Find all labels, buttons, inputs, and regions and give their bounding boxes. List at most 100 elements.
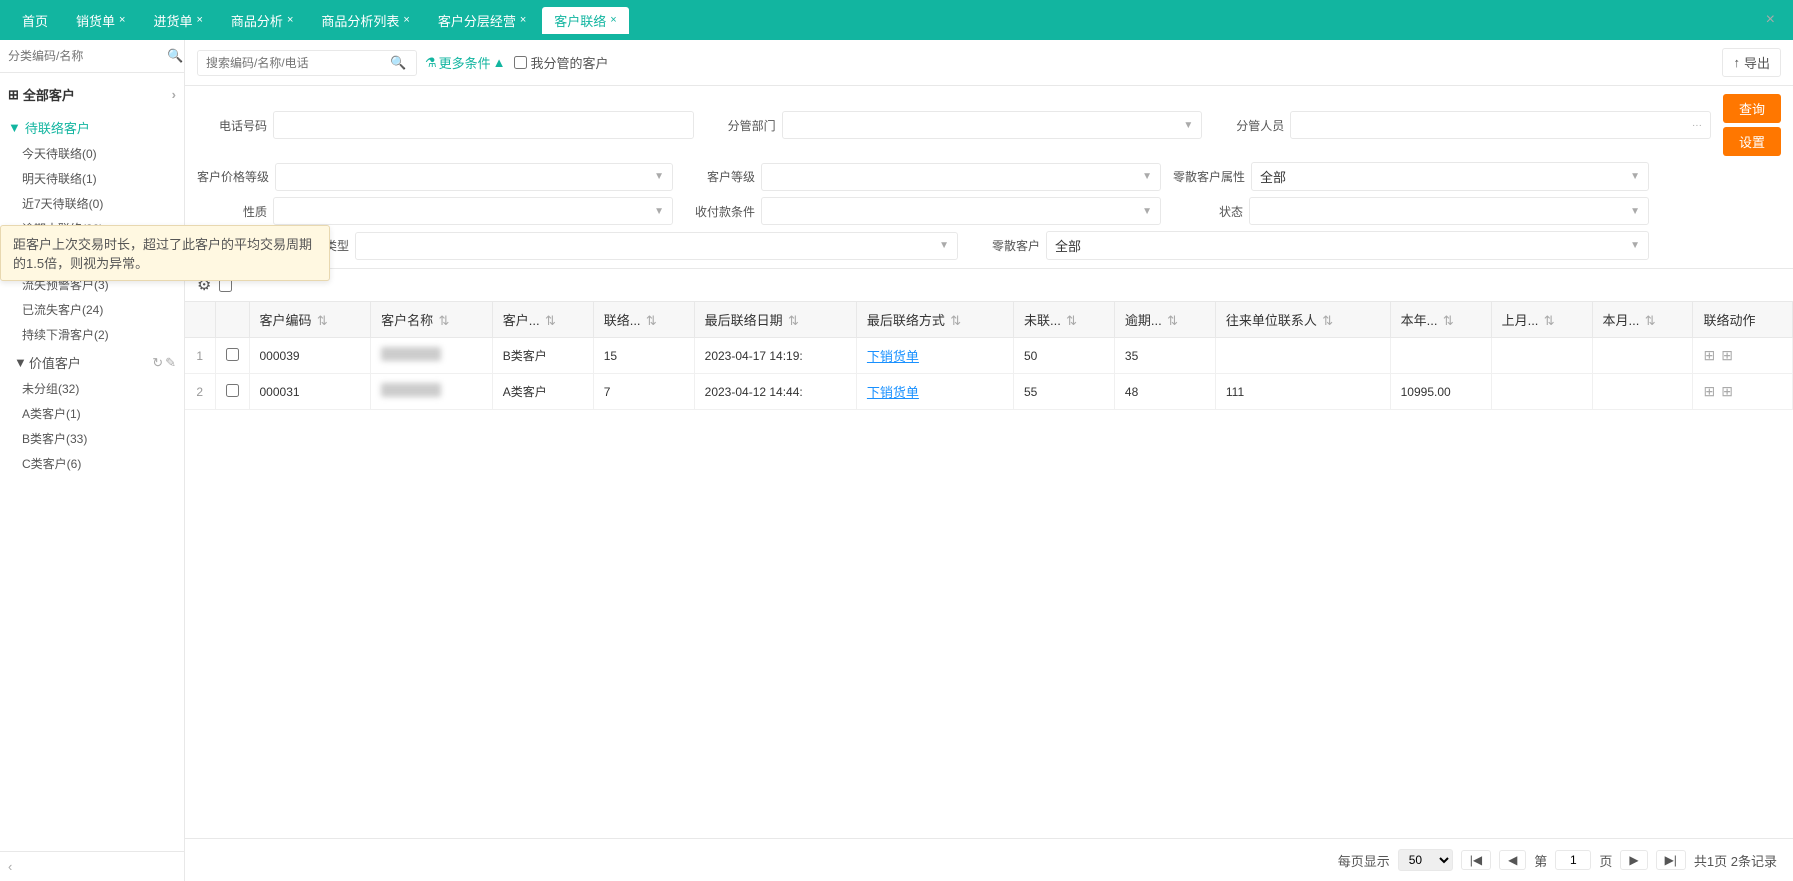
th-name[interactable]: 客户名称 ⇅: [371, 302, 493, 338]
adv-payment-select[interactable]: ▼: [761, 197, 1161, 225]
th-contact-count[interactable]: 联络... ⇅: [593, 302, 694, 338]
retail-attr-value: 全部: [1260, 167, 1286, 186]
nav-sales-close[interactable]: ×: [119, 14, 125, 26]
row1-this-year: [1390, 338, 1491, 374]
adv-manager-field: 分管人员 ···: [1214, 111, 1711, 139]
th-last-date[interactable]: 最后联络日期 ⇅: [694, 302, 856, 338]
row2-checkbox[interactable]: [226, 384, 239, 397]
th-type[interactable]: 客户... ⇅: [492, 302, 593, 338]
adv-nature-select[interactable]: ▼: [273, 197, 673, 225]
refresh-icon[interactable]: ↻: [152, 355, 163, 371]
sidebar-search-input[interactable]: [8, 49, 163, 63]
first-page-button[interactable]: |◀: [1461, 850, 1491, 870]
filter-search-input[interactable]: [206, 56, 386, 70]
cust-level-chevron-icon: ▼: [1142, 171, 1152, 182]
th-code[interactable]: 客户编码 ⇅: [249, 302, 371, 338]
total-records-label: 共1页 2条记录: [1694, 851, 1777, 870]
row2-name-blurred: [381, 383, 441, 397]
nav-purchase-close[interactable]: ×: [196, 14, 202, 26]
table-body: 1 000039 B类客户 15 2023-04-17 14:19:: [185, 338, 1793, 410]
row1-checkbox[interactable]: [226, 348, 239, 361]
nav-home[interactable]: 首页: [10, 7, 60, 34]
chevron-down-icon-2: ▼: [14, 355, 27, 370]
th-unlisted[interactable]: 未联... ⇅: [1013, 302, 1114, 338]
export-button[interactable]: ↑ 导出: [1722, 48, 1781, 77]
query-button[interactable]: 查询: [1723, 94, 1781, 123]
adv-phone-input[interactable]: [273, 111, 694, 139]
all-customers-label: 全部客户: [23, 85, 75, 104]
adv-retail-attr-select[interactable]: 全部 ▼: [1251, 162, 1649, 191]
adv-price-level-select[interactable]: ▼: [275, 163, 673, 191]
page-number-input[interactable]: [1555, 850, 1591, 870]
th-contact-person[interactable]: 往来单位联系人 ⇅: [1215, 302, 1390, 338]
per-page-label: 每页显示: [1338, 851, 1390, 870]
filter-search-box: 🔍: [197, 50, 417, 76]
close-all-button[interactable]: ×: [1758, 11, 1783, 29]
table-scroll-wrapper[interactable]: 客户编码 ⇅ 客户名称 ⇅ 客户... ⇅: [185, 302, 1793, 838]
row1-link-icon[interactable]: ⊞: [1703, 347, 1715, 364]
contact-count-sort-icon: ⇅: [646, 313, 657, 328]
sidebar-search-icon[interactable]: 🔍: [167, 48, 183, 64]
my-customers-checkbox[interactable]: [514, 56, 527, 69]
adv-manager-select[interactable]: ···: [1290, 111, 1711, 139]
sidebar-item-churned[interactable]: 已流失客户(24): [0, 297, 184, 322]
adv-cust-level-select[interactable]: ▼: [761, 163, 1161, 191]
sidebar-item-ungraded[interactable]: 未分组(32): [0, 376, 184, 401]
nav-analysis-label: 商品分析: [231, 11, 283, 30]
th-last-method[interactable]: 最后联络方式 ⇅: [856, 302, 1013, 338]
sidebar-item-week[interactable]: 近7天待联络(0): [0, 191, 184, 216]
filter-right: ↑ 导出: [1722, 48, 1781, 77]
adv-cust-type-select[interactable]: ▼: [355, 232, 958, 260]
filter-search-icon[interactable]: 🔍: [390, 55, 406, 71]
nav-analysis-close[interactable]: ×: [287, 14, 293, 26]
row2-link-icon[interactable]: ⊞: [1703, 383, 1715, 400]
retail-attr-chevron-icon: ▼: [1630, 171, 1640, 182]
next-page-button[interactable]: ▶: [1620, 850, 1647, 870]
adv-retail-cust-select[interactable]: 全部 ▼: [1046, 231, 1649, 260]
row2-code: 000031: [249, 374, 371, 410]
code-sort-icon: ⇅: [317, 313, 328, 328]
adv-dept-select[interactable]: ▼: [782, 111, 1203, 139]
nav-analysis[interactable]: 商品分析 ×: [219, 7, 305, 34]
tree-root-dots[interactable]: ›: [172, 87, 176, 102]
row2-edit-icon[interactable]: ⊞: [1721, 383, 1733, 400]
sidebar-item-b-class[interactable]: B类客户(33): [0, 426, 184, 451]
th-checkbox: [215, 302, 249, 338]
nav-analysis-list[interactable]: 商品分析列表 ×: [309, 7, 421, 34]
adv-manager-label: 分管人员: [1214, 117, 1284, 134]
row1-edit-icon[interactable]: ⊞: [1721, 347, 1733, 364]
row1-type: B类客户: [492, 338, 593, 374]
edit-icon[interactable]: ✎: [165, 355, 176, 371]
th-this-year[interactable]: 本年... ⇅: [1390, 302, 1491, 338]
row1-last-method-link[interactable]: 下销货单: [867, 349, 919, 364]
prev-page-button[interactable]: ◀: [1499, 850, 1526, 870]
adv-status-select[interactable]: ▼: [1249, 197, 1649, 225]
filter-more-conditions[interactable]: ⚗ 更多条件 ▲: [425, 53, 506, 72]
row2-this-month: [1592, 374, 1693, 410]
sidebar-all-customers[interactable]: ⊞ 全部客户 ›: [0, 79, 184, 110]
th-last-month[interactable]: 上月... ⇅: [1491, 302, 1592, 338]
nav-analysis-list-close[interactable]: ×: [403, 14, 409, 26]
sidebar-subgroup-value-header[interactable]: ▼ 价值客户 ↻ ✎: [0, 349, 184, 376]
set-button[interactable]: 设置: [1723, 127, 1781, 156]
sidebar-item-a-class[interactable]: A类客户(1): [0, 401, 184, 426]
nav-customer-tier[interactable]: 客户分层经营 ×: [426, 7, 538, 34]
nav-purchase[interactable]: 进货单 ×: [141, 7, 214, 34]
nav-customer-tier-close[interactable]: ×: [520, 14, 526, 26]
expand-icon[interactable]: ‹: [8, 859, 12, 874]
sidebar-item-c-class[interactable]: C类客户(6): [0, 451, 184, 476]
sidebar-item-declining[interactable]: 持续下滑客户(2): [0, 322, 184, 347]
sidebar-item-today[interactable]: 今天待联络(0): [0, 141, 184, 166]
per-page-select[interactable]: 50 100: [1398, 849, 1453, 871]
nav-sales[interactable]: 销货单 ×: [64, 7, 137, 34]
row2-last-method-link[interactable]: 下销货单: [867, 385, 919, 400]
row1-name-blurred: [381, 347, 441, 361]
sidebar-item-tomorrow[interactable]: 明天待联络(1): [0, 166, 184, 191]
page-label: 第: [1534, 851, 1547, 870]
th-overdue[interactable]: 逾期... ⇅: [1114, 302, 1215, 338]
sidebar-group-pending-header[interactable]: ▼ 待联络客户: [0, 114, 184, 141]
th-this-month[interactable]: 本月... ⇅: [1592, 302, 1693, 338]
nav-customer-contact[interactable]: 客户联络 ×: [542, 7, 628, 34]
last-page-button[interactable]: ▶|: [1656, 850, 1686, 870]
nav-customer-contact-close[interactable]: ×: [610, 14, 616, 26]
